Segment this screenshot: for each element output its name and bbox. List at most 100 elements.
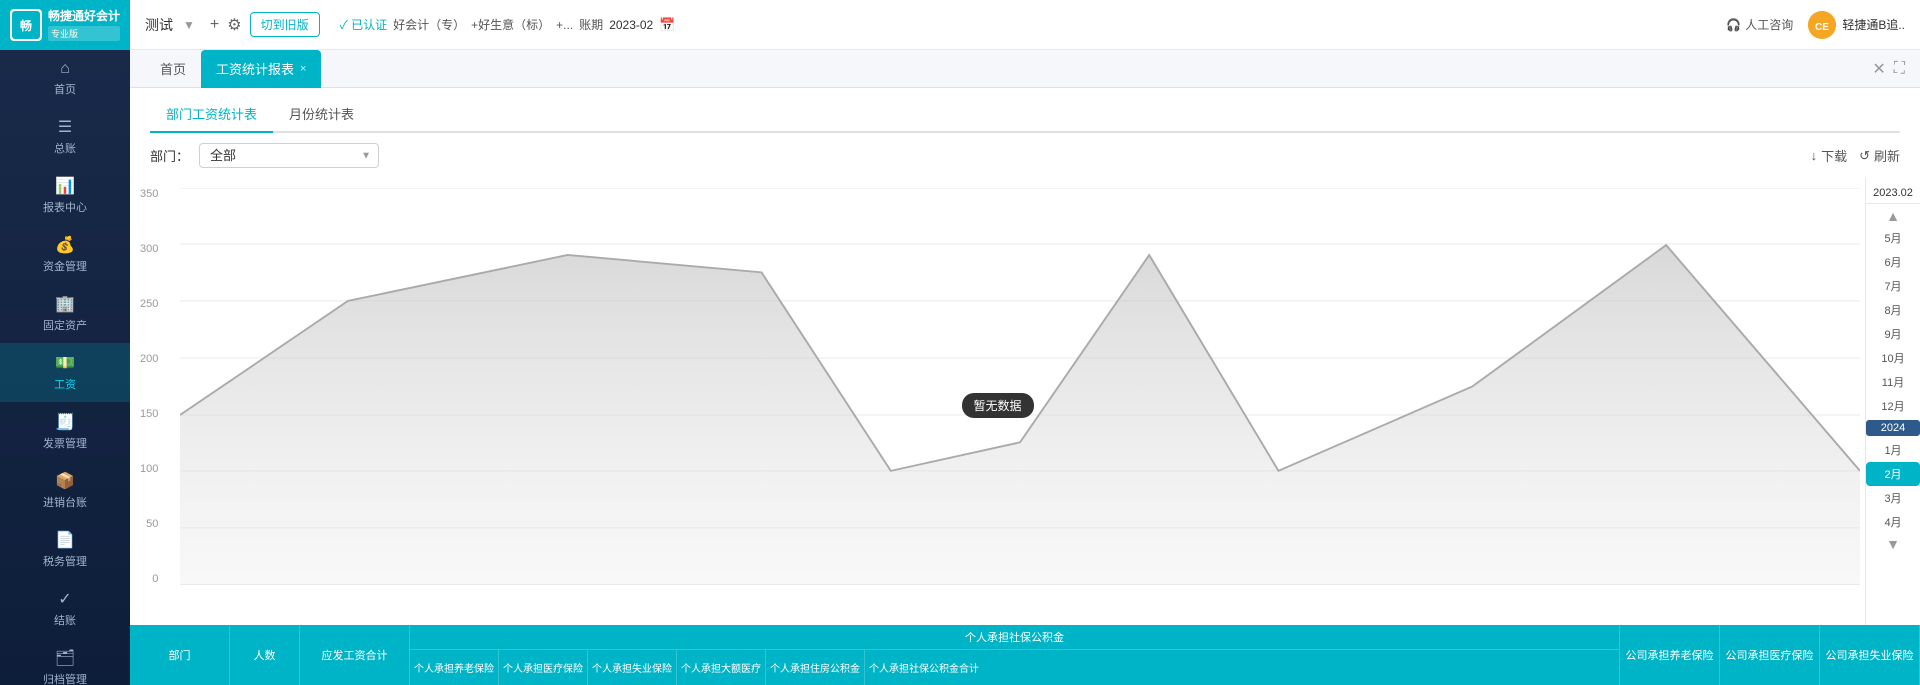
filter-row: 部门： 全部 ▼	[150, 143, 379, 168]
company-dropdown[interactable]: ▼	[183, 18, 195, 32]
main-area: 测试 ▼ + ⚙ 切到旧版 ✓ 已认证 好会计（专） +好生意（标） +... …	[130, 0, 1920, 685]
sidebar-item-reports[interactable]: 📊 报表中心	[0, 166, 130, 225]
y-label-150: 150	[140, 408, 158, 420]
topbar-settings-button[interactable]: ⚙	[227, 15, 241, 35]
tab-salary-stats[interactable]: 工资统计报表 ×	[201, 50, 321, 88]
period-value: 2023-02	[609, 18, 653, 32]
month-5[interactable]: 5月	[1866, 226, 1920, 250]
year-down-button[interactable]: ▼	[1866, 534, 1920, 554]
reports-icon: 📊	[55, 176, 75, 196]
col-company-unemployment: 公司承担失业保险	[1820, 625, 1920, 685]
sidebar: 畅 畅捷通好会计 专业版 ⌂ 首页 ☰ 总账 📊 报表中心 💰 资金管理 🏢	[0, 0, 130, 685]
sidebar-item-tax[interactable]: 📄 税务管理	[0, 520, 130, 579]
col-group-personal: 个人承担社保公积金 个人承担养老保险 个人承担医疗保险 个人承担失业保险 个人承…	[410, 625, 1620, 685]
switch-version-button[interactable]: 切到旧版	[250, 12, 320, 37]
chart-area: 350 300 250 200 150 100 50 0	[130, 178, 1865, 625]
col-total-salary: 应发工资合计	[300, 625, 410, 685]
close-panel-button[interactable]: ✕	[1872, 59, 1885, 79]
month-1[interactable]: 1月	[1866, 438, 1920, 462]
username: 轻捷通B追..	[1842, 16, 1905, 33]
sales-icon: 📦	[55, 471, 75, 491]
chart-y-labels: 350 300 250 200 150 100 50 0	[140, 188, 158, 585]
topbar-actions: + ⚙ 切到旧版	[210, 12, 320, 37]
month-2-active[interactable]: 2月	[1866, 462, 1920, 486]
sidebar-item-checkout[interactable]: ✓ 结账	[0, 579, 130, 638]
sidebar-item-invoice[interactable]: 🧾 发票管理	[0, 402, 130, 461]
download-button[interactable]: ↓ 下载	[1811, 146, 1848, 165]
line-chart	[180, 188, 1860, 585]
status-tag-1: 好会计（专）	[393, 16, 465, 33]
month-4[interactable]: 4月	[1866, 510, 1920, 534]
tab-close-button[interactable]: ×	[300, 63, 306, 75]
col-dept: 部门	[130, 625, 230, 685]
user-avatar: CE	[1808, 11, 1836, 39]
sub-col-personal-major-medical: 个人承担大额医疗	[677, 650, 766, 685]
user-info[interactable]: CE 轻捷通B追..	[1808, 11, 1905, 39]
period-label: 账期	[579, 16, 603, 33]
year-up-button[interactable]: ▲	[1866, 206, 1920, 226]
sidebar-item-funds[interactable]: 💰 资金管理	[0, 225, 130, 284]
page-controls: 部门： 全部 ▼ ↓ 下载 ↺ 刷新	[130, 133, 1920, 178]
y-label-100: 100	[140, 463, 158, 475]
ledger-icon: ☰	[58, 117, 72, 137]
sidebar-item-assets[interactable]: 🏢 固定资产	[0, 284, 130, 343]
headset-icon: 🎧	[1726, 18, 1741, 32]
assets-icon: 🏢	[55, 294, 75, 314]
app-logo: 畅 畅捷通好会计 专业版	[0, 0, 130, 50]
sidebar-item-salary[interactable]: 💵 工资	[0, 343, 130, 402]
svg-text:CE: CE	[1815, 22, 1829, 33]
month-6[interactable]: 6月	[1866, 250, 1920, 274]
chart-tooltip: 暂无数据	[961, 393, 1033, 418]
sub-col-personal-housing: 个人承担住房公积金	[766, 650, 865, 685]
chart-section: 350 300 250 200 150 100 50 0	[130, 178, 1920, 625]
help-button[interactable]: 🎧 人工咨询	[1726, 16, 1793, 33]
refresh-icon: ↺	[1859, 148, 1870, 164]
month-7[interactable]: 7月	[1866, 274, 1920, 298]
company-name: 测试	[145, 15, 173, 35]
month-9[interactable]: 9月	[1866, 322, 1920, 346]
app-name: 畅捷通好会计	[48, 9, 120, 25]
month-3[interactable]: 3月	[1866, 486, 1920, 510]
y-label-200: 200	[140, 353, 158, 365]
tab-home[interactable]: 首页	[145, 50, 201, 88]
app-edition: 专业版	[48, 26, 120, 41]
topbar-user-actions: 🎧 人工咨询 CE 轻捷通B追..	[1726, 11, 1905, 39]
dept-filter-select[interactable]: 全部	[199, 143, 379, 168]
month-12[interactable]: 12月	[1866, 394, 1920, 418]
sub-col-personal-medical: 个人承担医疗保险	[499, 650, 588, 685]
status-tag-3: +...	[556, 18, 573, 32]
funds-icon: 💰	[55, 235, 75, 255]
expand-button[interactable]: ⛶	[1894, 60, 1905, 78]
sidebar-item-sales[interactable]: 📦 进销台账	[0, 461, 130, 520]
date-picker-sidebar: 2023.02 ▲ 5月 6月 7月 8月 9月 10月 11月 12月 202…	[1865, 178, 1920, 625]
calendar-icon[interactable]: 📅	[659, 17, 675, 33]
action-buttons: ↓ 下载 ↺ 刷新	[1811, 146, 1900, 165]
add-button[interactable]: +	[210, 16, 219, 34]
sub-tab-month[interactable]: 月份统计表	[273, 96, 370, 133]
y-label-350: 350	[140, 188, 158, 200]
certified-status: ✓ 已认证	[340, 16, 388, 33]
topbar-status: ✓ 已认证 好会计（专） +好生意（标） +... 账期 2023-02 📅	[340, 16, 676, 33]
refresh-button[interactable]: ↺ 刷新	[1859, 146, 1900, 165]
content-area: 首页 工资统计报表 × ✕ ⛶ 部门工资统计表 月份统计表	[130, 50, 1920, 685]
sub-col-personal-unemployment: 个人承担失业保险	[588, 650, 677, 685]
y-label-300: 300	[140, 243, 158, 255]
sidebar-item-ledger[interactable]: ☰ 总账	[0, 107, 130, 166]
group-personal-cells: 个人承担养老保险 个人承担医疗保险 个人承担失业保险 个人承担大额医疗 个人承担…	[410, 650, 1619, 685]
svg-text:畅: 畅	[20, 18, 32, 33]
home-icon: ⌂	[60, 60, 70, 78]
page-header: 部门工资统计表 月份统计表	[130, 88, 1920, 133]
month-10[interactable]: 10月	[1866, 346, 1920, 370]
month-8[interactable]: 8月	[1866, 298, 1920, 322]
topbar: 测试 ▼ + ⚙ 切到旧版 ✓ 已认证 好会计（专） +好生意（标） +... …	[130, 0, 1920, 50]
sidebar-item-archive[interactable]: 🗂 归档管理	[0, 638, 130, 685]
archive-icon: 🗂	[55, 648, 75, 668]
month-11[interactable]: 11月	[1866, 370, 1920, 394]
logo-icon: 畅	[10, 9, 42, 41]
download-icon: ↓	[1811, 148, 1818, 163]
salary-icon: 💵	[55, 353, 75, 373]
col-company-medical: 公司承担医疗保险	[1720, 625, 1820, 685]
sub-tab-dept[interactable]: 部门工资统计表	[150, 96, 273, 133]
table-header: 部门 人数 应发工资合计 个人承担社保公积金 个人承担养老保险 个人承担医疗保险	[130, 625, 1920, 685]
sidebar-item-home[interactable]: ⌂ 首页	[0, 50, 130, 107]
